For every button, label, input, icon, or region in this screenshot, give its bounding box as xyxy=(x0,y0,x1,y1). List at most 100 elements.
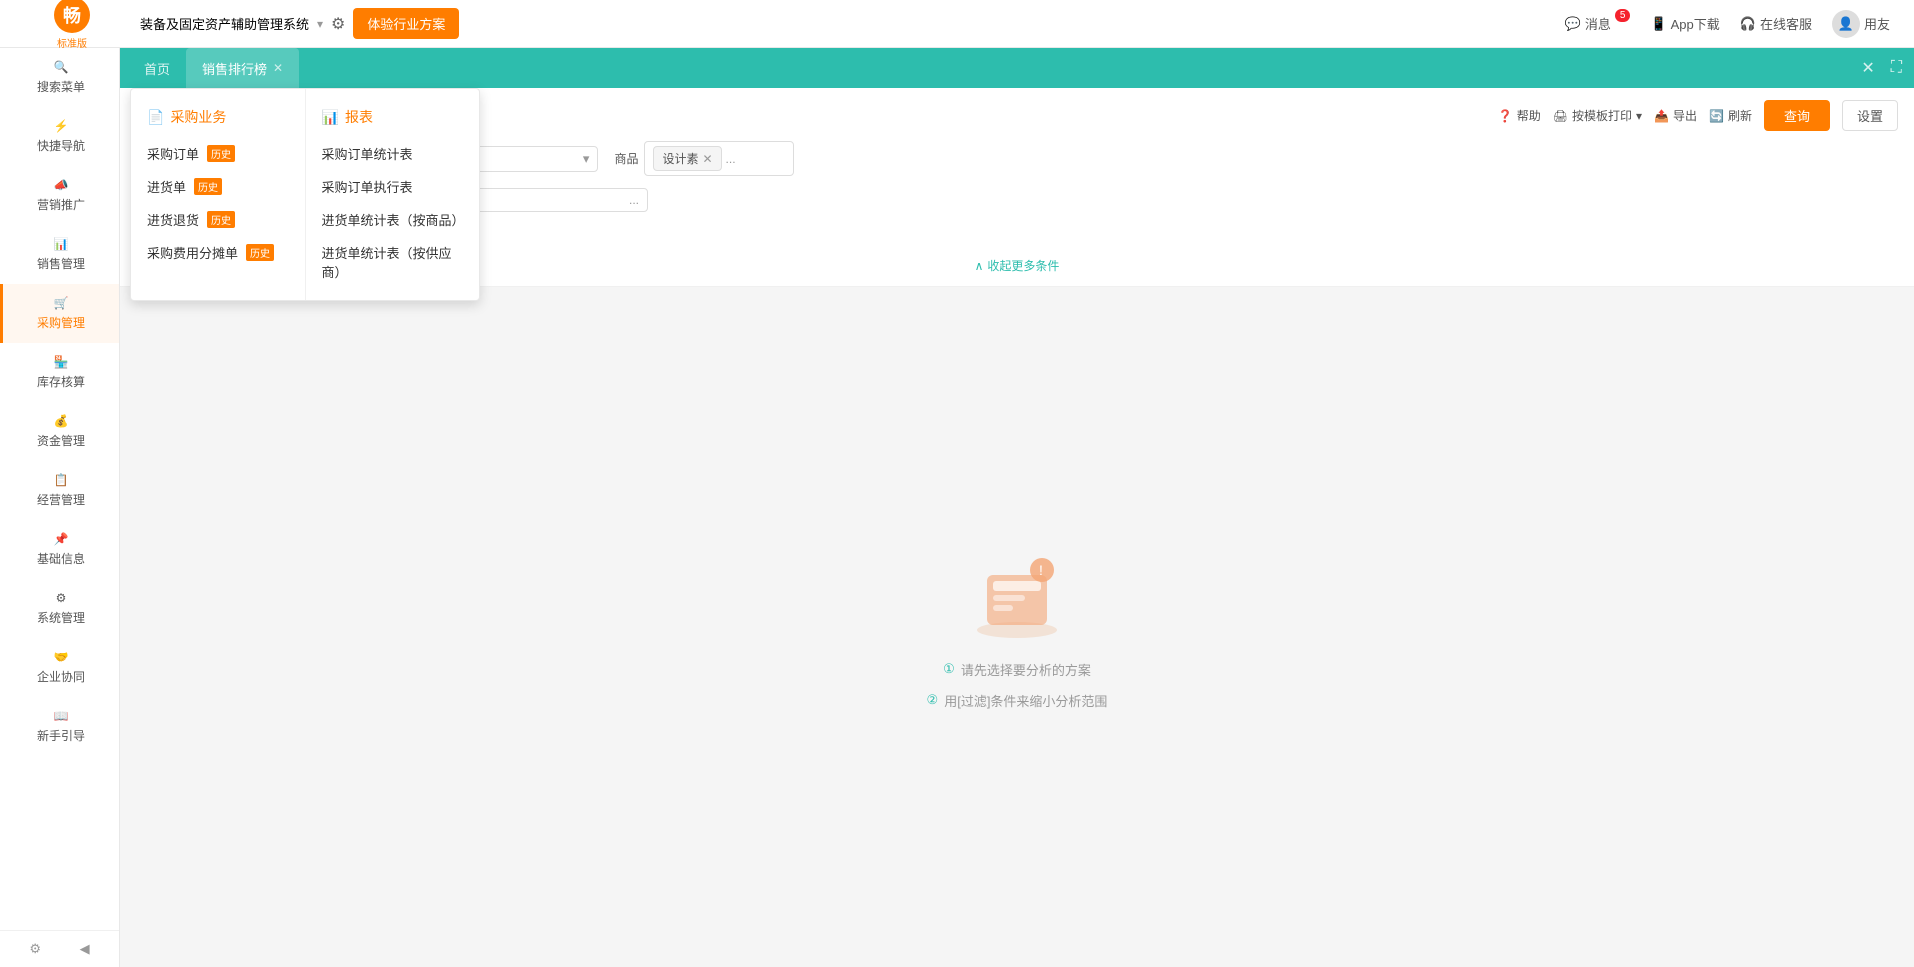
purchase-expense-label: 采购费用分摊单 xyxy=(147,243,238,262)
sidebar-item-guide[interactable]: 📖 新手引导 xyxy=(0,697,119,756)
system-title: 装备及固定资产辅助管理系统 xyxy=(140,14,309,33)
purchase-return-label: 进货退货 xyxy=(147,210,199,229)
purchase-order-stats-item[interactable]: 采购订单统计表 xyxy=(306,137,480,170)
receipt-stats-supplier-item[interactable]: 进货单统计表（按供应商） xyxy=(306,236,480,288)
query-btn[interactable]: 查询 xyxy=(1764,100,1830,131)
top-header: 畅 标准版 装备及固定资产辅助管理系统 ⚙ 体验行业方案 💬 消息 5 📱 Ap… xyxy=(0,0,1914,48)
sidebar-item-warehouse[interactable]: 🏪 库存核算 xyxy=(0,343,119,402)
warehouse-icon: 🏪 xyxy=(54,355,69,369)
sidebar-nav-label: 快捷导航 xyxy=(37,137,85,154)
app-download-btn[interactable]: 📱 App下载 xyxy=(1650,14,1719,33)
sidebar-item-promo[interactable]: 📣 营销推广 xyxy=(0,166,119,225)
svg-text:!: ! xyxy=(1039,562,1043,578)
empty-state: ! ① 请先选择要分析的方案 ② 用[过滤]条件来缩小分析范围 xyxy=(120,287,1914,967)
purchase-receipt-item[interactable]: 进货单 历史 xyxy=(131,170,305,203)
purchase-order-exec-label: 采购订单执行表 xyxy=(322,177,413,196)
system-title-area: 装备及固定资产辅助管理系统 ⚙ 体验行业方案 xyxy=(140,8,1565,39)
tab-close-all-icon[interactable]: ✕ xyxy=(1857,54,1878,82)
salesperson-more[interactable]: ... xyxy=(629,193,639,207)
sidebar-search-label: 搜索菜单 xyxy=(37,78,85,95)
system-icon: ⚙ xyxy=(56,591,67,605)
goods-filter: 商品 设计素 ✕ ... xyxy=(614,141,794,176)
receipt-stats-goods-item[interactable]: 进货单统计表（按商品） xyxy=(306,203,480,236)
export-btn[interactable]: 📤 导出 xyxy=(1654,107,1697,124)
tab-close-icon[interactable]: ✕ xyxy=(273,61,283,75)
empty-hint-1: ① 请先选择要分析的方案 xyxy=(943,660,1091,679)
print-dropdown-arrow[interactable]: ▾ xyxy=(1636,109,1642,123)
sidebar-system-label: 系统管理 xyxy=(37,609,85,626)
purchase-receipt-history-badge: 历史 xyxy=(194,178,222,195)
purchase-order-stats-label: 采购订单统计表 xyxy=(322,144,413,163)
purchase-return-item[interactable]: 进货退货 历史 xyxy=(131,203,305,236)
tab-home[interactable]: 首页 xyxy=(128,48,186,88)
system-dropdown-arrow[interactable] xyxy=(317,17,323,31)
enterprise-icon: 🤝 xyxy=(54,650,69,664)
sidebar-finance-label: 资金管理 xyxy=(37,432,85,449)
sidebar-settings-icon[interactable]: ⚙ xyxy=(29,941,41,957)
sidebar-item-operation[interactable]: 📋 经营管理 xyxy=(0,461,119,520)
sidebar-item-sales[interactable]: 📊 销售管理 xyxy=(0,225,119,284)
empty-hint-2: ② 用[过滤]条件来缩小分析范围 xyxy=(927,691,1108,710)
purchase-order-history-badge: 历史 xyxy=(207,145,235,162)
sidebar-item-search[interactable]: 🔍 搜索菜单 xyxy=(0,48,119,107)
empty-illustration: ! xyxy=(957,545,1077,648)
report-section-title: 📊 报表 xyxy=(306,101,480,137)
message-badge: 5 xyxy=(1615,9,1631,22)
sidebar-item-system[interactable]: ⚙ 系统管理 xyxy=(0,579,119,638)
goods-more[interactable]: ... xyxy=(726,152,736,166)
tab-sales-ranking[interactable]: 销售排行榜 ✕ xyxy=(186,48,299,88)
header-right: 💬 消息 5 📱 App下载 🎧 在线客服 👤 用友 xyxy=(1565,10,1890,38)
message-btn[interactable]: 💬 消息 5 xyxy=(1565,14,1631,33)
collapse-btn[interactable]: ∧ 收起更多条件 xyxy=(975,257,1060,274)
purchase-order-label: 采购订单 xyxy=(147,144,199,163)
purchase-section-title: 📄 采购业务 xyxy=(131,101,305,137)
purchase-order-exec-item[interactable]: 采购订单执行表 xyxy=(306,170,480,203)
basic-icon: 📌 xyxy=(54,532,69,546)
collapse-text: 收起更多条件 xyxy=(987,257,1059,274)
print-icon: 🖨 xyxy=(1553,109,1568,123)
help-btn[interactable]: ❓ 帮助 xyxy=(1498,107,1541,124)
sidebar-item-finance[interactable]: 💰 资金管理 xyxy=(0,402,119,461)
empty-svg: ! xyxy=(957,545,1077,645)
sidebar-item-purchase[interactable]: 🛒 采购管理 xyxy=(0,284,119,343)
sidebar-purchase-label: 采购管理 xyxy=(37,314,85,331)
refresh-label: 刷新 xyxy=(1728,107,1752,124)
purchase-order-item[interactable]: 采购订单 历史 xyxy=(131,137,305,170)
print-btn[interactable]: 🖨 按模板打印 ▾ xyxy=(1553,107,1642,124)
app-download-icon: 📱 xyxy=(1650,16,1666,32)
sidebar-item-enterprise[interactable]: 🤝 企业协同 xyxy=(0,638,119,697)
sidebar-bottom: ⚙ ◀ xyxy=(0,930,119,967)
online-service-label: 在线客服 xyxy=(1760,14,1812,33)
sidebar-item-nav[interactable]: ⚡ 快捷导航 xyxy=(0,107,119,166)
goods-tag: 设计素 ✕ xyxy=(653,146,721,171)
refresh-btn[interactable]: 🔄 刷新 xyxy=(1709,107,1752,124)
message-label: 消息 xyxy=(1585,14,1611,33)
sidebar-item-basic[interactable]: 📌 基础信息 xyxy=(0,520,119,579)
logo-area: 畅 标准版 xyxy=(12,0,132,50)
online-service-btn[interactable]: 🎧 在线客服 xyxy=(1740,14,1812,33)
purchase-expense-item[interactable]: 采购费用分摊单 历史 xyxy=(131,236,305,269)
goods-tag-remove[interactable]: ✕ xyxy=(702,152,712,166)
logo-icon: 畅 xyxy=(54,0,90,33)
goods-input[interactable]: 设计素 ✕ ... xyxy=(644,141,794,176)
purchase-icon: 🛒 xyxy=(54,296,69,310)
purchase-expense-history-badge: 历史 xyxy=(246,244,274,261)
app-download-label: App下载 xyxy=(1671,14,1720,33)
export-label: 导出 xyxy=(1673,107,1697,124)
purchase-business-section: 📄 采购业务 采购订单 历史 进货单 历史 进货退货 历史 采购费用分摊单 历史 xyxy=(131,89,305,300)
set-btn[interactable]: 设置 xyxy=(1842,100,1898,131)
goods-label: 商品 xyxy=(614,150,638,167)
tab-expand-icon[interactable]: ⛶ xyxy=(1887,55,1906,81)
sidebar-promo-label: 营销推广 xyxy=(37,196,85,213)
sidebar-basic-label: 基础信息 xyxy=(37,550,85,567)
refresh-icon: 🔄 xyxy=(1709,109,1724,123)
doc-status-dropdown-arrow[interactable]: ▾ xyxy=(583,151,590,167)
message-icon: 💬 xyxy=(1565,16,1581,32)
promo-icon: 📣 xyxy=(54,178,69,192)
sidebar-collapse-icon[interactable]: ◀ xyxy=(80,941,90,957)
tab-bar-right: ✕ ⛶ xyxy=(1857,54,1906,82)
user-btn[interactable]: 👤 用友 xyxy=(1832,10,1890,38)
industry-btn[interactable]: 体验行业方案 xyxy=(353,8,459,39)
print-label: 按模板打印 xyxy=(1572,107,1632,124)
system-gear-icon[interactable]: ⚙ xyxy=(331,14,345,34)
